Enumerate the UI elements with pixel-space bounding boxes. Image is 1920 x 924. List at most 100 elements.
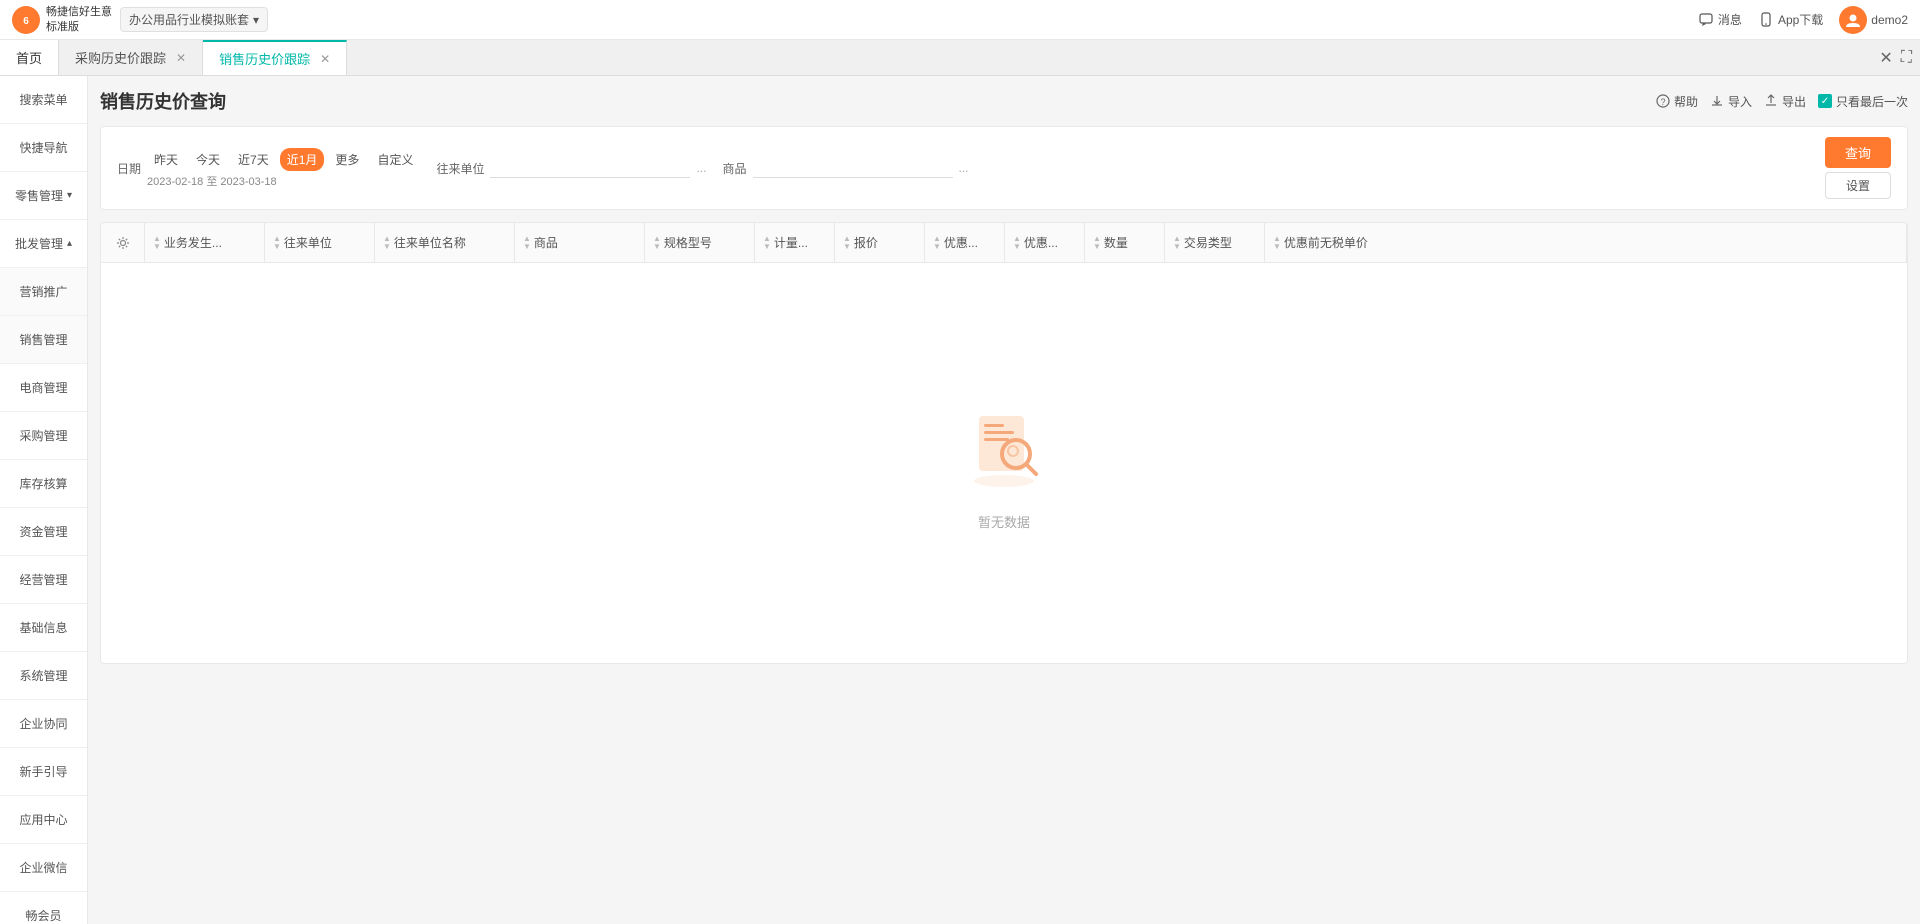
avatar xyxy=(1839,6,1867,34)
chevron-up-icon: ▴ xyxy=(67,238,72,249)
date-1month[interactable]: 近1月 xyxy=(280,148,325,171)
th-disc2: ▲▼ 优惠... xyxy=(1005,223,1085,262)
export-icon xyxy=(1764,94,1778,108)
expand-tab-icon[interactable]: ⛶ xyxy=(1901,49,1912,67)
date-today[interactable]: 今天 xyxy=(189,148,227,171)
content-area: 销售历史价查询 ? 帮助 导入 导出 ✓ xyxy=(88,76,1920,924)
partner-filter-group: 往来单位 ... xyxy=(436,159,706,178)
date-7days[interactable]: 近7天 xyxy=(231,148,276,171)
th-unit-code: ▲▼ 往来单位 xyxy=(265,223,375,262)
date-more[interactable]: 更多 xyxy=(328,148,366,171)
header-right: 消息 App下载 demo2 xyxy=(1698,6,1908,34)
close-tab-icon[interactable]: ✕ xyxy=(1879,48,1892,68)
th-gear[interactable] xyxy=(101,223,145,262)
sort-icon: ▲▼ xyxy=(1093,235,1101,251)
partner-input[interactable] xyxy=(490,159,690,178)
sidebar-item-wholesale-mgmt[interactable]: 批发管理 ▴ xyxy=(0,220,87,268)
sort-icon: ▲▼ xyxy=(273,235,281,251)
app-download-button[interactable]: App下载 xyxy=(1758,11,1823,28)
th-product: ▲▼ 商品 xyxy=(515,223,645,262)
sidebar-item-inventory[interactable]: 库存核算 xyxy=(0,460,87,508)
svg-text:?: ? xyxy=(1660,97,1665,107)
tab-bar: 首页 采购历史价跟踪 ✕ 销售历史价跟踪 ✕ ✕ ⛶ xyxy=(0,40,1920,76)
sort-icon: ▲▼ xyxy=(153,235,161,251)
th-qty: ▲▼ 数量 xyxy=(1085,223,1165,262)
gear-icon xyxy=(116,236,130,250)
message-icon xyxy=(1698,12,1714,28)
date-custom[interactable]: 自定义 xyxy=(370,148,420,171)
sort-icon: ▲▼ xyxy=(523,235,531,251)
sidebar-item-quick-nav[interactable]: 快捷导航 xyxy=(0,124,87,172)
header-left: 6 畅捷信好生意 标准版 办公用品行业模拟账套 ▾ xyxy=(12,5,268,34)
th-trans-type: ▲▼ 交易类型 xyxy=(1165,223,1265,262)
sort-icon: ▲▼ xyxy=(1173,235,1181,251)
sidebar-item-purchase[interactable]: 采购管理 xyxy=(0,412,87,460)
table-body: 暂无数据 xyxy=(101,263,1907,663)
import-icon xyxy=(1710,94,1724,108)
message-button[interactable]: 消息 xyxy=(1698,11,1742,28)
chevron-down-icon: ▾ xyxy=(253,13,259,27)
tab-sales-close[interactable]: ✕ xyxy=(320,52,330,66)
data-table: ▲▼ 业务发生... ▲▼ 往来单位 ▲▼ 往来单位名称 ▲▼ 商品 xyxy=(100,222,1908,664)
empty-state: 暂无数据 xyxy=(954,336,1054,591)
sidebar-item-marketing[interactable]: 营销推广 xyxy=(0,268,87,316)
th-unit-name: ▲▼ 往来单位名称 xyxy=(375,223,515,262)
partner-dots: ... xyxy=(696,161,706,175)
logo-area: 6 畅捷信好生意 标准版 xyxy=(12,5,112,34)
date-range-text: 2023-02-18 至 2023-03-18 xyxy=(147,173,420,189)
date-yesterday[interactable]: 昨天 xyxy=(147,148,185,171)
logo-text: 畅捷信好生意 标准版 xyxy=(46,5,112,34)
th-no-tax-price: ▲▼ 优惠前无税单价 xyxy=(1265,223,1907,262)
sidebar-item-app-center[interactable]: 应用中心 xyxy=(0,796,87,844)
empty-text: 暂无数据 xyxy=(978,512,1030,531)
tab-home[interactable]: 首页 xyxy=(0,40,59,75)
sidebar-item-newbie[interactable]: 新手引导 xyxy=(0,748,87,796)
sidebar-item-enterprise[interactable]: 企业协同 xyxy=(0,700,87,748)
sort-icon: ▲▼ xyxy=(1273,235,1281,251)
sidebar-item-operations[interactable]: 经营管理 xyxy=(0,556,87,604)
chevron-down-icon: ▾ xyxy=(67,190,72,201)
help-icon: ? xyxy=(1656,94,1670,108)
th-business-date: ▲▼ 业务发生... xyxy=(145,223,265,262)
workspace-selector[interactable]: 办公用品行业模拟账套 ▾ xyxy=(120,7,268,32)
only-last-checkbox[interactable]: ✓ 只看最后一次 xyxy=(1818,93,1908,110)
product-input[interactable] xyxy=(753,159,953,178)
import-button[interactable]: 导入 xyxy=(1710,93,1752,110)
top-header: 6 畅捷信好生意 标准版 办公用品行业模拟账套 ▾ 消息 App下载 demo2 xyxy=(0,0,1920,40)
empty-icon xyxy=(954,396,1054,496)
th-uom: ▲▼ 计量... xyxy=(755,223,835,262)
th-spec: ▲▼ 规格型号 xyxy=(645,223,755,262)
date-options-col: 昨天 今天 近7天 近1月 更多 自定义 2023-02-18 至 2023-0… xyxy=(147,148,420,189)
tab-purchase-history[interactable]: 采购历史价跟踪 ✕ xyxy=(59,40,203,75)
sort-icon: ▲▼ xyxy=(843,235,851,251)
filter-actions: 查询 设置 xyxy=(1825,137,1891,199)
query-button[interactable]: 查询 xyxy=(1825,137,1891,168)
sidebar-item-finance[interactable]: 资金管理 xyxy=(0,508,87,556)
logo-icon: 6 xyxy=(12,6,40,34)
partner-label: 往来单位 xyxy=(436,160,484,177)
sidebar-item-basic-info[interactable]: 基础信息 xyxy=(0,604,87,652)
tab-sales-history[interactable]: 销售历史价跟踪 ✕ xyxy=(203,40,347,75)
date-shortcuts: 昨天 今天 近7天 近1月 更多 自定义 xyxy=(147,148,420,171)
sidebar-item-corp-wechat[interactable]: 企业微信 xyxy=(0,844,87,892)
sidebar-item-ecommerce[interactable]: 电商管理 xyxy=(0,364,87,412)
filter-row: 日期 昨天 今天 近7天 近1月 更多 自定义 2023-02-18 至 202… xyxy=(117,137,1891,199)
help-button[interactable]: ? 帮助 xyxy=(1656,93,1698,110)
user-menu[interactable]: demo2 xyxy=(1839,6,1908,34)
sidebar-item-system[interactable]: 系统管理 xyxy=(0,652,87,700)
sort-icon: ▲▼ xyxy=(383,235,391,251)
page-title-bar: 销售历史价查询 ? 帮助 导入 导出 ✓ xyxy=(100,88,1908,114)
sort-icon: ▲▼ xyxy=(763,235,771,251)
main-layout: 搜索菜单 快捷导航 零售管理 ▾ 批发管理 ▴ 营销推广 销售管理 电商管理 采 xyxy=(0,76,1920,924)
product-label: 商品 xyxy=(722,160,746,177)
export-button[interactable]: 导出 xyxy=(1764,93,1806,110)
sidebar-item-retail-mgmt[interactable]: 零售管理 ▾ xyxy=(0,172,87,220)
sidebar-item-search-menu[interactable]: 搜索菜单 xyxy=(0,76,87,124)
sidebar-item-sales-mgmt[interactable]: 销售管理 xyxy=(0,316,87,364)
sidebar-item-vip[interactable]: 畅会员 xyxy=(0,892,87,924)
page-content: 销售历史价查询 ? 帮助 导入 导出 ✓ xyxy=(88,76,1920,924)
tab-purchase-close[interactable]: ✕ xyxy=(176,51,186,65)
checkbox-checked-icon: ✓ xyxy=(1818,94,1832,108)
th-disc1: ▲▼ 优惠... xyxy=(925,223,1005,262)
settings-button[interactable]: 设置 xyxy=(1825,172,1891,199)
